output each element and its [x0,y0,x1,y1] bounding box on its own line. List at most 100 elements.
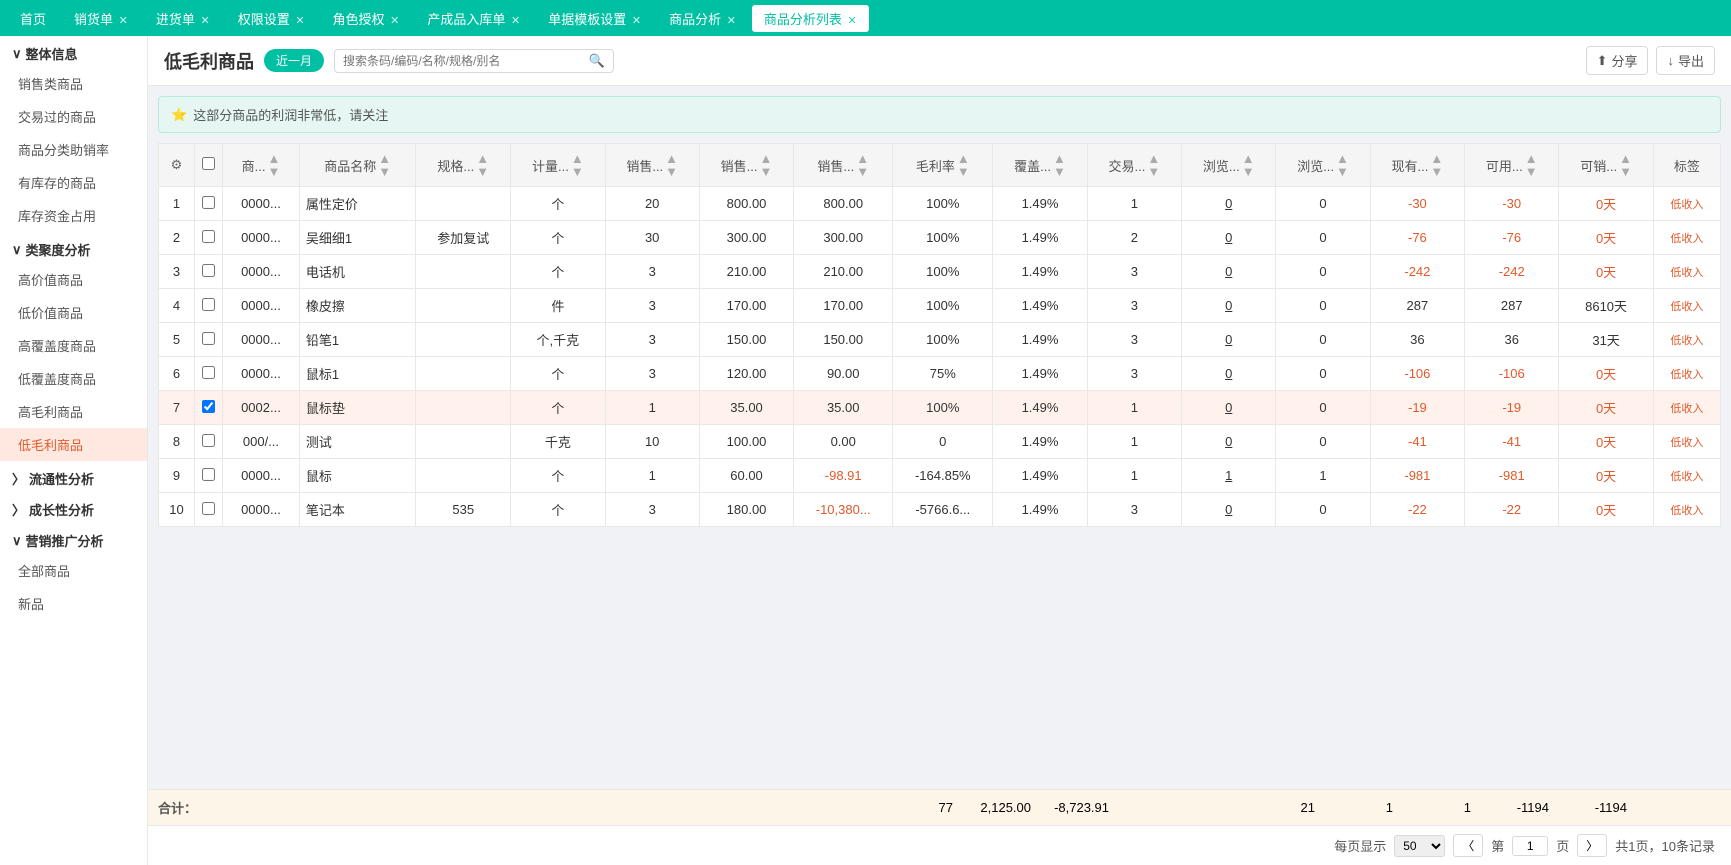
cell-current-stock: -981 [1370,459,1464,493]
footer-sale-amount: -8,723.91 [1045,800,1115,815]
next-page-button[interactable]: 〉 [1577,834,1607,857]
sidebar-section-marketing[interactable]: ∨ 营销推广分析 [0,523,147,554]
sidebar-item-high-margin[interactable]: 高毛利商品 [0,395,147,428]
nav-purchase-close[interactable]: ✕ [200,15,209,27]
search-input[interactable] [343,54,589,68]
nav-purchase[interactable]: 进货单 ✕ [144,5,222,32]
cell-view1[interactable]: 0 [1182,289,1276,323]
nav-permissions-close[interactable]: ✕ [295,15,304,27]
prev-page-button[interactable]: 〈 [1453,834,1483,857]
sidebar-item-category-rate[interactable]: 商品分类助销率 [0,133,147,166]
view1-link[interactable]: 0 [1225,196,1232,211]
row-checkbox[interactable] [202,332,215,345]
row-checkbox[interactable] [202,502,215,515]
nav-home[interactable]: 首页 [8,5,58,32]
sidebar-item-all-products[interactable]: 全部商品 [0,554,147,587]
cell-trade: 1 [1087,425,1181,459]
nav-roles-close[interactable]: ✕ [390,15,399,27]
row-checkbox[interactable] [202,230,215,243]
sidebar-item-sales-products[interactable]: 销售类商品 [0,67,147,100]
sidebar-item-low-value[interactable]: 低价值商品 [0,296,147,329]
view1-link[interactable]: 0 [1225,366,1232,381]
cell-checkbox[interactable] [195,289,223,323]
nav-sales[interactable]: 销货单 ✕ [62,5,140,32]
view1-link[interactable]: 0 [1225,298,1232,313]
page-size-select[interactable]: 50 100 200 [1394,835,1445,857]
sidebar-section-flow[interactable]: 〉 流通性分析 [0,461,147,492]
view1-link[interactable]: 0 [1225,434,1232,449]
cell-checkbox[interactable] [195,459,223,493]
cell-sale-qty: 1 [605,391,699,425]
cell-available: -981 [1465,459,1559,493]
nav-analysis-list[interactable]: 商品分析列表 ✕ [752,5,869,32]
page-label-2: 页 [1556,836,1569,855]
cell-checkbox[interactable] [195,221,223,255]
nav-roles[interactable]: 角色授权 ✕ [321,5,412,32]
cell-view1[interactable]: 0 [1182,255,1276,289]
cell-view1[interactable]: 0 [1182,391,1276,425]
sidebar-item-stock-capital[interactable]: 库存资金占用 [0,199,147,232]
view1-link[interactable]: 1 [1225,468,1232,483]
nav-template-close[interactable]: ✕ [632,15,641,27]
sidebar-item-traded[interactable]: 交易过的商品 [0,100,147,133]
settings-icon[interactable]: ⚙ [171,157,183,172]
sidebar-item-low-coverage[interactable]: 低覆盖度商品 [0,362,147,395]
cell-checkbox[interactable] [195,255,223,289]
search-icon[interactable]: 🔍 [589,53,605,69]
sidebar-section-cluster[interactable]: ∨ 类聚度分析 [0,232,147,263]
sidebar-item-high-coverage[interactable]: 高覆盖度商品 [0,329,147,362]
cell-checkbox[interactable] [195,187,223,221]
sidebar-item-high-value[interactable]: 高价值商品 [0,263,147,296]
nav-product-entry-close[interactable]: ✕ [511,15,520,27]
sidebar-item-in-stock[interactable]: 有库存的商品 [0,166,147,199]
share-button[interactable]: ⬆ 分享 [1586,46,1649,75]
th-checkbox[interactable] [195,144,223,187]
row-checkbox[interactable] [202,468,215,481]
cell-view1[interactable]: 0 [1182,425,1276,459]
cell-view1[interactable]: 0 [1182,357,1276,391]
view1-link[interactable]: 0 [1225,230,1232,245]
nav-template[interactable]: 单据模板设置 ✕ [536,5,653,32]
view1-link[interactable]: 0 [1225,264,1232,279]
cell-checkbox[interactable] [195,425,223,459]
sidebar-section-general[interactable]: ∨ 整体信息 [0,36,147,67]
period-button[interactable]: 近一月 [264,49,324,72]
nav-product-analysis[interactable]: 商品分析 ✕ [657,5,748,32]
cell-view1[interactable]: 0 [1182,187,1276,221]
sidebar-item-new-products[interactable]: 新品 [0,587,147,620]
row-checkbox[interactable] [202,264,215,277]
nav-analysis-list-close[interactable]: ✕ [848,15,857,27]
row-checkbox[interactable] [202,366,215,379]
row-checkbox[interactable] [202,298,215,311]
th-settings[interactable]: ⚙ [159,144,195,187]
export-button[interactable]: ↓ 导出 [1656,46,1715,75]
sidebar-section-growth[interactable]: 〉 成长性分析 [0,492,147,523]
cell-available: -242 [1465,255,1559,289]
table-row: 10 0000... 笔记本 535 个 3 180.00 -10,380...… [159,493,1721,527]
sidebar-item-low-margin[interactable]: 低毛利商品 [0,428,147,461]
cell-num: 10 [159,493,195,527]
cell-gross-margin: -164.85% [893,459,993,493]
view1-link[interactable]: 0 [1225,332,1232,347]
row-checkbox[interactable] [202,196,215,209]
select-all-checkbox[interactable] [202,157,215,170]
nav-product-entry[interactable]: 产成品入库单 ✕ [415,5,532,32]
cell-checkbox[interactable] [195,357,223,391]
cell-checkbox[interactable] [195,493,223,527]
cell-checkbox[interactable] [195,323,223,357]
cell-checkbox[interactable] [195,391,223,425]
cell-view1[interactable]: 1 [1182,459,1276,493]
row-checkbox[interactable] [202,400,215,413]
cell-spec [416,289,511,323]
nav-product-analysis-close[interactable]: ✕ [727,15,736,27]
view1-link[interactable]: 0 [1225,400,1232,415]
cell-view1[interactable]: 0 [1182,221,1276,255]
cell-view1[interactable]: 0 [1182,323,1276,357]
row-checkbox[interactable] [202,434,215,447]
nav-sales-close[interactable]: ✕ [119,15,128,27]
view1-link[interactable]: 0 [1225,502,1232,517]
nav-permissions[interactable]: 权限设置 ✕ [226,5,317,32]
cell-saleable: 0天 [1559,391,1653,425]
cell-view1[interactable]: 0 [1182,493,1276,527]
page-number-input[interactable] [1512,836,1548,856]
